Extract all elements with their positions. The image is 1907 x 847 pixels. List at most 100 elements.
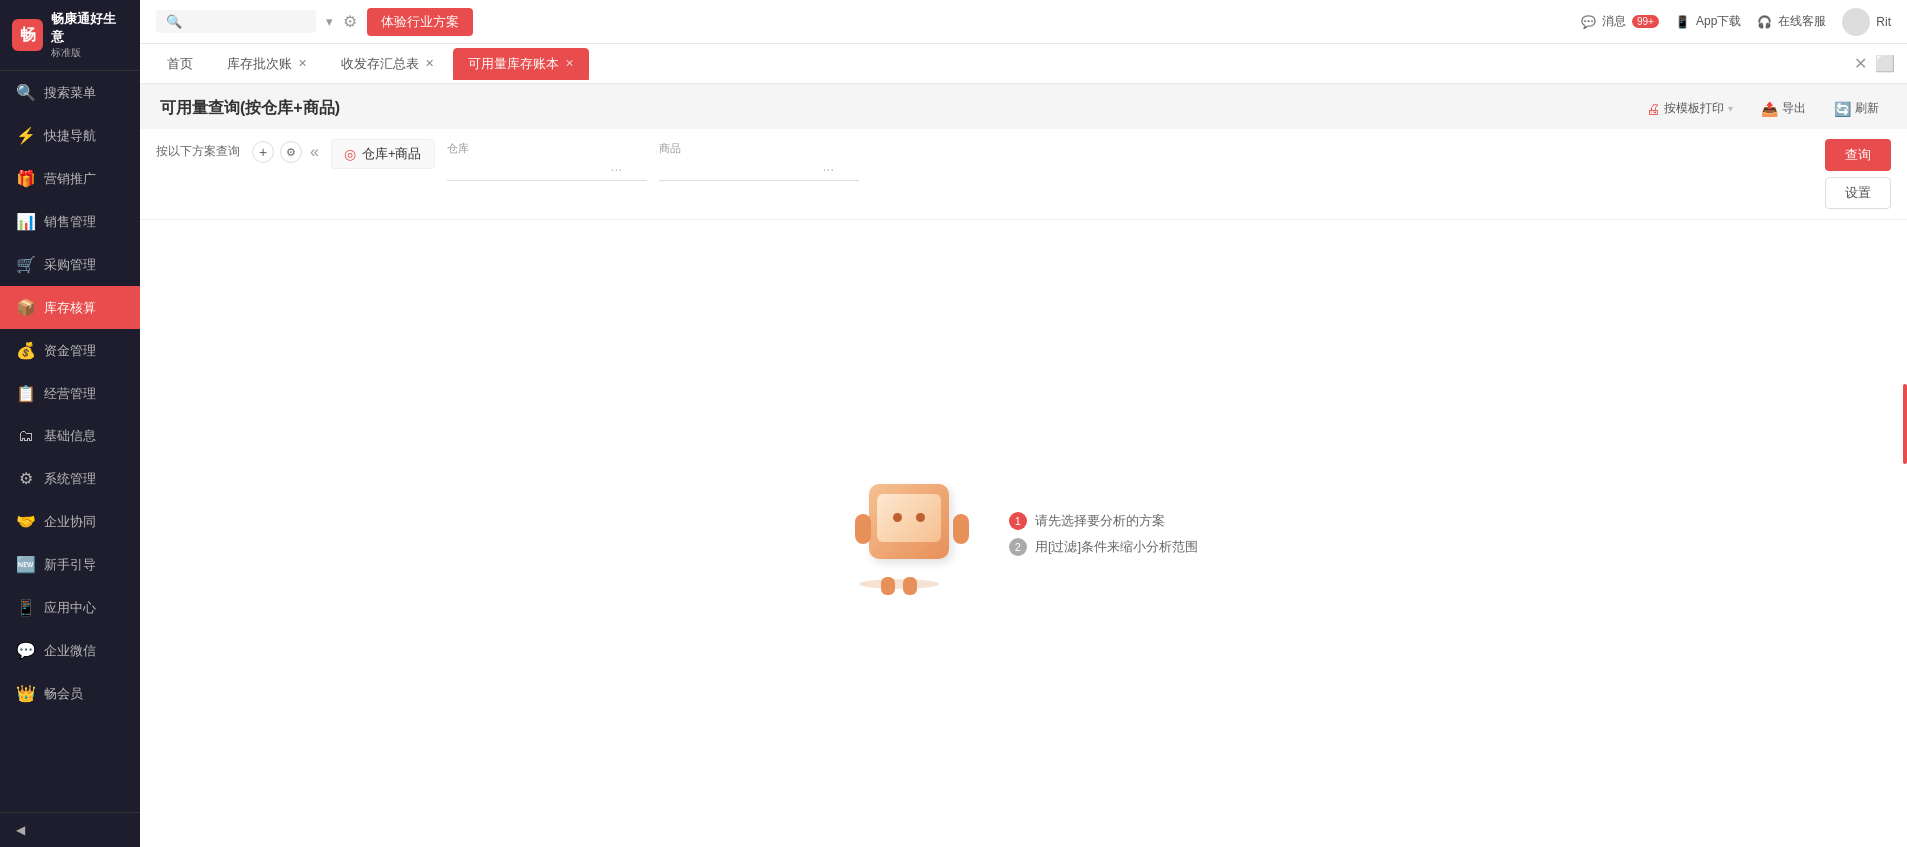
scrollbar-indicator[interactable] [1903, 384, 1907, 464]
collapse-filter-btn[interactable]: « [310, 143, 319, 161]
export-btn[interactable]: 📤 导出 [1753, 96, 1814, 121]
sidebar-label-finance: 资金管理 [44, 342, 96, 360]
headset-icon: 🎧 [1757, 15, 1772, 29]
sidebar-label-purchase: 采购管理 [44, 256, 96, 274]
sidebar-item-appstore[interactable]: 📱 应用中心 [0, 586, 140, 629]
robot-arm-right [953, 514, 969, 544]
empty-illustration [849, 469, 979, 599]
sidebar-bottom[interactable]: ◀ [0, 812, 140, 847]
print-icon: 🖨 [1646, 101, 1660, 117]
main-area: 🔍 ▾ ⚙ 体验行业方案 💬 消息 99+ 📱 App下载 🎧 在线客服 Rit [140, 0, 1907, 847]
scheme-warehouse-label: 仓库+商品 [362, 145, 422, 163]
trial-btn[interactable]: 体验行业方案 [367, 8, 473, 36]
topbar-gear-icon[interactable]: ⚙ [343, 12, 357, 31]
product-field-label: 商品 [659, 141, 859, 156]
topbar-right: 💬 消息 99+ 📱 App下载 🎧 在线客服 Rit [1581, 8, 1891, 36]
topbar: 🔍 ▾ ⚙ 体验行业方案 💬 消息 99+ 📱 App下载 🎧 在线客服 Rit [140, 0, 1907, 44]
robot-leg-left [881, 577, 895, 595]
sidebar-label-inventory: 库存核算 [44, 299, 96, 317]
sidebar-item-inventory[interactable]: 📦 库存核算 [0, 286, 140, 329]
sidebar-item-enterprise[interactable]: 🤝 企业协同 [0, 500, 140, 543]
message-badge: 99+ [1632, 15, 1659, 28]
filter-label: 按以下方案查询 [156, 143, 240, 160]
tab-available-label: 可用量库存账本 [468, 55, 559, 73]
window-buttons: ✕ ⬜ [1854, 54, 1895, 73]
logo-icon: 畅 [12, 19, 43, 51]
filter-scheme-actions: + ⚙ « [252, 141, 319, 163]
empty-tip-2: 2 用[过滤]条件来缩小分析范围 [1009, 538, 1198, 556]
app-badge: 标准版 [51, 46, 128, 60]
marketing-icon: 🎁 [16, 169, 36, 188]
sidebar-label-shortcut: 快捷导航 [44, 127, 96, 145]
sidebar-label-member: 畅会员 [44, 685, 83, 703]
close-window-btn[interactable]: ✕ [1854, 54, 1867, 73]
app-download-label: App下载 [1696, 13, 1741, 30]
message-btn[interactable]: 💬 消息 99+ [1581, 13, 1659, 30]
sidebar-logo[interactable]: 畅 畅康通好生意 标准版 [0, 0, 140, 71]
scheme-item-warehouse[interactable]: ◎ 仓库+商品 [331, 139, 435, 169]
user-area[interactable]: Rit [1842, 8, 1891, 36]
sidebar-item-marketing[interactable]: 🎁 营销推广 [0, 157, 140, 200]
tab-home[interactable]: 首页 [152, 48, 208, 80]
sidebar-item-finance[interactable]: 💰 资金管理 [0, 329, 140, 372]
warehouse-field-label: 仓库 [447, 141, 647, 156]
sidebar-item-member[interactable]: 👑 畅会员 [0, 672, 140, 715]
settings-button[interactable]: 设置 [1825, 177, 1891, 209]
sidebar: 畅 畅康通好生意 标准版 🔍 搜索菜单 ⚡ 快捷导航 🎁 营销推广 📊 销售管理… [0, 0, 140, 847]
tab-available-close[interactable]: ✕ [565, 57, 574, 70]
tab-available[interactable]: 可用量库存账本 ✕ [453, 48, 589, 80]
warehouse-more-btn[interactable]: ··· [611, 161, 623, 177]
robot-eye-left [893, 513, 902, 522]
sidebar-label-marketing: 营销推广 [44, 170, 96, 188]
warehouse-input-area[interactable]: ··· [447, 158, 647, 181]
scheme-warehouse-icon: ◎ [344, 146, 356, 162]
sidebar-item-newbie[interactable]: 🆕 新手引导 [0, 543, 140, 586]
newbie-icon: 🆕 [16, 555, 36, 574]
sidebar-item-wechat[interactable]: 💬 企业微信 [0, 629, 140, 672]
maximize-btn[interactable]: ⬜ [1875, 54, 1895, 73]
step2-circle: 2 [1009, 538, 1027, 556]
tab-summary[interactable]: 收发存汇总表 ✕ [326, 48, 449, 80]
print-btn[interactable]: 🖨 按模板打印 ▾ [1638, 96, 1741, 121]
warehouse-field: 仓库 ··· [447, 141, 647, 181]
sidebar-item-basic[interactable]: 🗂 基础信息 [0, 415, 140, 457]
sidebar-label-basic: 基础信息 [44, 427, 96, 445]
topbar-search-input[interactable] [188, 15, 288, 29]
step1-text: 请先选择要分析的方案 [1035, 512, 1165, 530]
sidebar-item-system[interactable]: ⚙ 系统管理 [0, 457, 140, 500]
purchase-icon: 🛒 [16, 255, 36, 274]
username-label: Rit [1876, 15, 1891, 29]
product-input[interactable] [659, 162, 819, 177]
filter-section: 按以下方案查询 + ⚙ « ◎ 仓库+商品 仓库 ··· [140, 129, 1907, 220]
sidebar-item-sales[interactable]: 📊 销售管理 [0, 200, 140, 243]
shortcut-icon: ⚡ [16, 126, 36, 145]
empty-tips: 1 请先选择要分析的方案 2 用[过滤]条件来缩小分析范围 [1009, 512, 1198, 556]
tab-batch-close[interactable]: ✕ [298, 57, 307, 70]
refresh-btn[interactable]: 🔄 刷新 [1826, 96, 1887, 121]
tab-summary-close[interactable]: ✕ [425, 57, 434, 70]
product-field: 商品 ··· [659, 141, 859, 181]
right-action-buttons: 查询 设置 [1825, 139, 1891, 209]
tab-batch[interactable]: 库存批次账 ✕ [212, 48, 322, 80]
step2-text: 用[过滤]条件来缩小分析范围 [1035, 538, 1198, 556]
empty-state: 1 请先选择要分析的方案 2 用[过滤]条件来缩小分析范围 [140, 220, 1907, 847]
sidebar-item-purchase[interactable]: 🛒 采购管理 [0, 243, 140, 286]
sidebar-item-search[interactable]: 🔍 搜索菜单 [0, 71, 140, 114]
sidebar-nav: 🔍 搜索菜单 ⚡ 快捷导航 🎁 营销推广 📊 销售管理 🛒 采购管理 📦 库存核… [0, 71, 140, 812]
product-more-btn[interactable]: ··· [823, 161, 835, 177]
settings-scheme-btn[interactable]: ⚙ [280, 141, 302, 163]
app-download-btn[interactable]: 📱 App下载 [1675, 13, 1741, 30]
sidebar-item-shortcut[interactable]: ⚡ 快捷导航 [0, 114, 140, 157]
topbar-search-icon: 🔍 [166, 14, 182, 29]
topbar-search-box[interactable]: 🔍 [156, 10, 316, 33]
online-service-btn[interactable]: 🎧 在线客服 [1757, 13, 1826, 30]
warehouse-input[interactable] [447, 162, 607, 177]
app-name: 畅康通好生意 [51, 10, 128, 46]
topbar-chevron-icon[interactable]: ▾ [326, 14, 333, 29]
add-scheme-btn[interactable]: + [252, 141, 274, 163]
sidebar-label-wechat: 企业微信 [44, 642, 96, 660]
sidebar-item-operation[interactable]: 📋 经营管理 [0, 372, 140, 415]
robot-eyes [893, 513, 925, 522]
query-button[interactable]: 查询 [1825, 139, 1891, 171]
product-input-area[interactable]: ··· [659, 158, 859, 181]
